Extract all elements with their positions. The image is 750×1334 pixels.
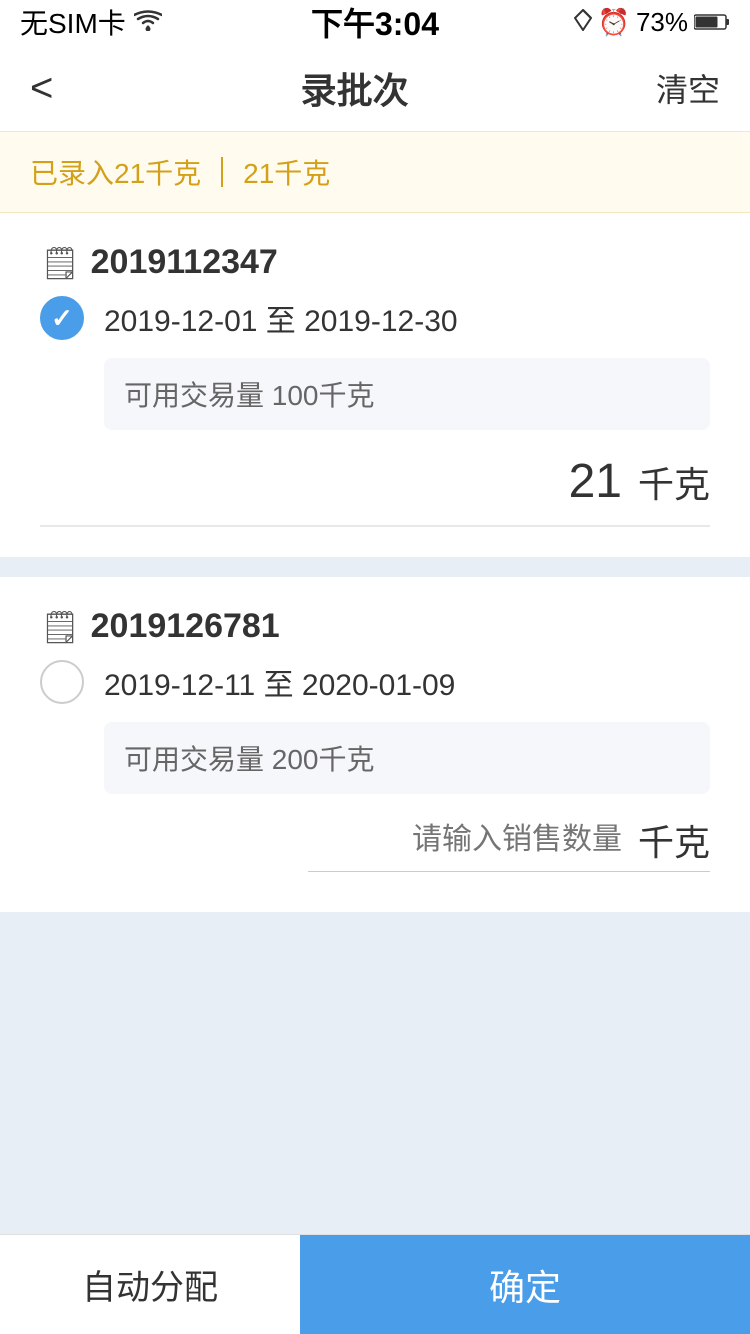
- batch-date-1: 2019-12-01 至 2019-12-30: [104, 296, 458, 340]
- recorded-amount: 已录入21千克: [30, 152, 201, 192]
- auto-distribute-label: 自动分配: [82, 1260, 218, 1309]
- total-amount: 21千克: [243, 152, 330, 192]
- status-time: 下午3:04: [311, 0, 439, 45]
- amount-value-1: 21: [569, 454, 622, 509]
- status-bar: 无SIM卡 下午3:04 ⏰ 73%: [0, 0, 750, 44]
- bottom-buttons: 自动分配 确定: [0, 1234, 750, 1334]
- confirm-label: 确定: [489, 1259, 561, 1311]
- radio-1[interactable]: [40, 296, 84, 340]
- info-banner: 已录入21千克 21千克: [0, 132, 750, 213]
- back-button[interactable]: <: [30, 68, 53, 108]
- amount-unit-1: 千克: [638, 456, 710, 508]
- batch-id-1: 2019112347: [91, 243, 278, 282]
- batch-card-1: 🗒 2019112347 2019-12-01 至 2019-12-30 可用交…: [0, 213, 750, 557]
- batch-avail-2: 可用交易量 200千克: [104, 722, 710, 794]
- batch-divider-1: [40, 525, 710, 527]
- battery-text: 73%: [636, 7, 688, 38]
- batch-amount-row-1: 21 千克: [40, 454, 710, 525]
- batch-date-row-2[interactable]: 2019-12-11 至 2020-01-09: [40, 660, 710, 704]
- qty-input-2[interactable]: [236, 823, 622, 857]
- batch-id-2: 2019126781: [91, 607, 280, 646]
- location-icon: [574, 7, 592, 38]
- radio-2[interactable]: [40, 660, 84, 704]
- page-title: 录批次: [301, 62, 409, 114]
- auto-distribute-button[interactable]: 自动分配: [0, 1235, 300, 1334]
- unit-label-2: 千克: [638, 814, 710, 866]
- batch-date-row-1[interactable]: 2019-12-01 至 2019-12-30: [40, 296, 710, 340]
- batch-doc-icon-2: 🗒: [40, 608, 81, 646]
- alarm-icon: ⏰: [598, 7, 630, 38]
- input-underline: [308, 871, 710, 872]
- carrier-text: 无SIM卡: [20, 2, 126, 42]
- batch-card-2: 🗒 2019126781 2019-12-11 至 2020-01-09 可用交…: [0, 577, 750, 912]
- batch-id-row-2: 🗒 2019126781: [40, 607, 710, 646]
- info-divider: [221, 157, 223, 187]
- batch-doc-icon-1: 🗒: [40, 244, 81, 282]
- wifi-icon: [134, 6, 162, 38]
- confirm-button[interactable]: 确定: [300, 1235, 750, 1334]
- section-gap: [0, 557, 750, 577]
- status-carrier: 无SIM卡: [20, 2, 162, 42]
- status-right: ⏰ 73%: [574, 7, 730, 38]
- nav-bar: < 录批次 清空: [0, 44, 750, 132]
- qty-input-row: 千克: [40, 794, 710, 882]
- batch-avail-1: 可用交易量 100千克: [104, 358, 710, 430]
- batch-id-row-1: 🗒 2019112347: [40, 243, 710, 282]
- clear-button[interactable]: 清空: [656, 65, 720, 111]
- input-container: 千克: [40, 794, 710, 882]
- battery-icon: [694, 7, 730, 38]
- batch-date-2: 2019-12-11 至 2020-01-09: [104, 660, 455, 704]
